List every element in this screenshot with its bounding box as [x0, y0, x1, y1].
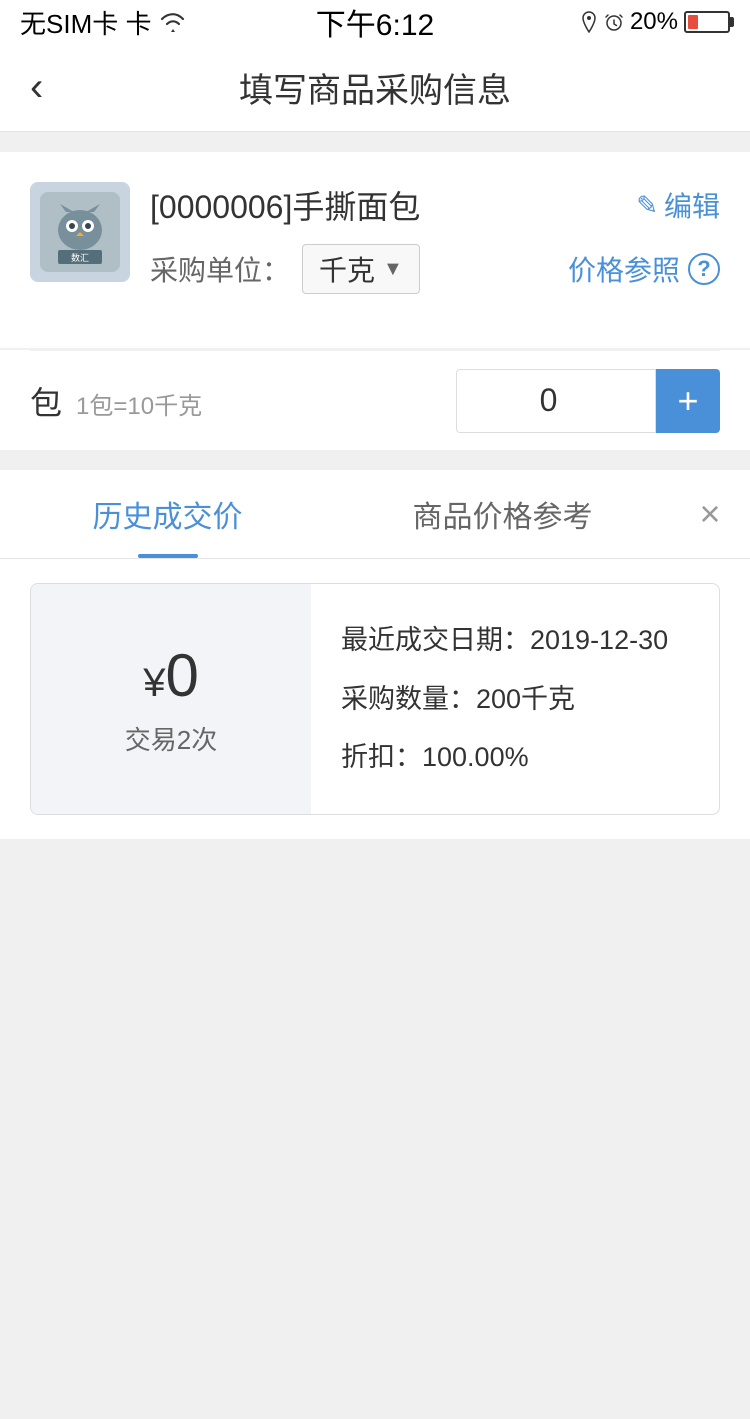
recent-date-label: 最近成交日期： [341, 625, 530, 655]
tab-bar: 历史成交价 商品价格参考 × [0, 470, 750, 559]
currency-symbol: ¥ [143, 661, 165, 705]
price-card: ¥0 交易2次 最近成交日期：2019-12-30 采购数量：200千克 折扣：… [30, 583, 720, 815]
price-trade-count: 交易2次 [125, 720, 217, 757]
back-button[interactable]: ‹ [30, 65, 43, 110]
battery-icon [684, 11, 730, 33]
product-info: [0000006]手撕面包 ✎ 编辑 采购单位： 千克 ▼ 价格参照 [150, 182, 720, 294]
quantity-input[interactable] [456, 369, 656, 433]
dropdown-arrow-icon: ▼ [383, 258, 403, 281]
status-bar: 无SIM卡 卡 下午6:12 20% [0, 0, 750, 44]
purchase-qty-value: 200千克 [476, 684, 575, 714]
help-icon: ? [688, 253, 720, 285]
purchase-unit-row: 采购单位： 千克 ▼ 价格参照 ? [150, 244, 720, 294]
quantity-section: 包 1包=10千克 + [0, 350, 750, 450]
price-ref-button[interactable]: 价格参照 ? [568, 249, 720, 289]
svg-text:数汇: 数汇 [71, 252, 89, 263]
nav-bar: ‹ 填写商品采购信息 [0, 44, 750, 132]
quantity-row: 包 1包=10千克 + [30, 350, 720, 450]
battery-fill [688, 15, 698, 29]
price-ref-label: 价格参照 [568, 249, 680, 289]
quantity-conversion: 1包=10千克 [76, 386, 202, 421]
tab-product-label: 商品价格参考 [413, 492, 593, 536]
price-value: 0 [165, 642, 198, 709]
wifi-icon [159, 11, 187, 33]
product-image: 数汇 [30, 182, 130, 282]
product-card: 数汇 [0000006]手撕面包 ✎ 编辑 采购单位： 千克 ▼ [0, 152, 750, 348]
product-logo: 数汇 [40, 192, 120, 272]
tab-active-indicator [138, 554, 198, 558]
quantity-input-group: + [456, 369, 720, 433]
product-header: 数汇 [0000006]手撕面包 ✎ 编辑 采购单位： 千克 ▼ [30, 182, 720, 294]
bottom-area [0, 839, 750, 1419]
location-icon [580, 11, 598, 33]
purchase-qty-row: 采购数量：200千克 [341, 679, 689, 720]
alarm-icon [604, 11, 624, 33]
carrier-text: 无SIM卡 卡 [20, 4, 151, 41]
unit-value: 千克 [319, 249, 375, 289]
tab-product-price[interactable]: 商品价格参考 [335, 470, 670, 558]
unit-selector[interactable]: 千克 ▼ [302, 244, 420, 294]
recent-date-row: 最近成交日期：2019-12-30 [341, 620, 689, 661]
tab-close-button[interactable]: × [670, 470, 750, 558]
tab-history-label: 历史成交价 [93, 492, 243, 536]
status-left: 无SIM卡 卡 [20, 4, 187, 41]
discount-value: 100.00% [422, 742, 529, 772]
edit-label: 编辑 [664, 185, 720, 225]
quantity-unit-name: 包 [30, 378, 62, 424]
status-time: 下午6:12 [316, 0, 434, 44]
purchase-unit-label: 采购单位： [150, 249, 290, 289]
tab-section: 历史成交价 商品价格参考 × ¥0 交易2次 最近成交日期：2019-12-30… [0, 470, 750, 839]
price-card-left: ¥0 交易2次 [31, 584, 311, 814]
status-right: 20% [580, 8, 730, 36]
product-title: [0000006]手撕面包 [150, 182, 420, 228]
price-amount: ¥0 [143, 641, 199, 710]
battery-percent: 20% [630, 8, 678, 36]
discount-row: 折扣：100.00% [341, 737, 689, 778]
price-card-container: ¥0 交易2次 最近成交日期：2019-12-30 采购数量：200千克 折扣：… [0, 559, 750, 839]
recent-date-value: 2019-12-30 [530, 625, 668, 655]
edit-button[interactable]: ✎ 编辑 [636, 185, 720, 225]
product-title-row: [0000006]手撕面包 ✎ 编辑 [150, 182, 720, 228]
purchase-qty-label: 采购数量： [341, 684, 476, 714]
discount-label: 折扣： [341, 742, 422, 772]
quantity-label-group: 包 1包=10千克 [30, 378, 202, 424]
page-title: 填写商品采购信息 [239, 63, 511, 112]
price-card-right: 最近成交日期：2019-12-30 采购数量：200千克 折扣：100.00% [311, 584, 719, 814]
tab-history-price[interactable]: 历史成交价 [0, 470, 335, 558]
edit-icon: ✎ [636, 190, 658, 221]
quantity-plus-button[interactable]: + [656, 369, 720, 433]
